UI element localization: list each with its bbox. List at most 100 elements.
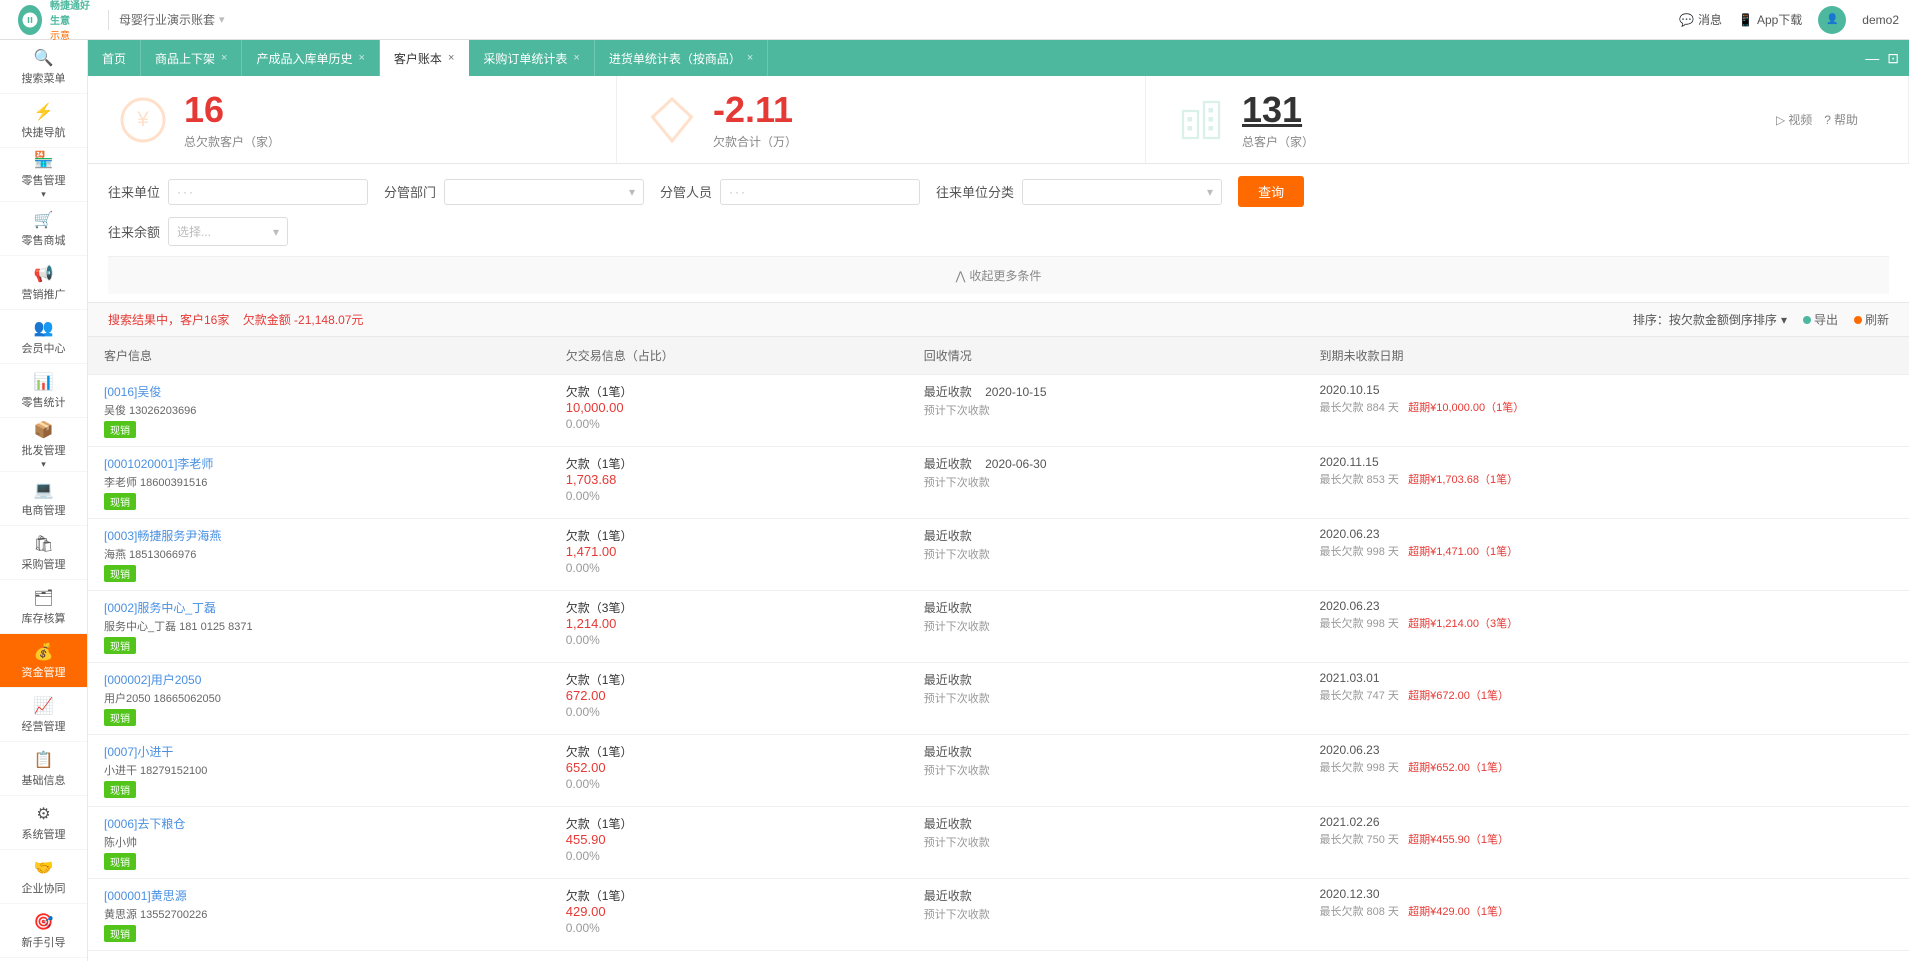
cell-debt-1: 欠款（1笔） 1,703.68 0.00%: [550, 447, 908, 519]
filter-person: 分管人员 ···: [660, 179, 920, 205]
sidebar-item-batch_mgmt[interactable]: 📦 批发管理 ▾: [0, 418, 87, 472]
sidebar-item-retail_stats[interactable]: 📊 零售统计: [0, 364, 87, 418]
sort-selector[interactable]: 排序：按欠款金额倒序排序 ▾: [1633, 311, 1787, 328]
filter-unit-category: 往来单位分类 ▾: [936, 179, 1222, 205]
customer-id-6[interactable]: [0006]去下粮仓: [104, 815, 534, 832]
export-btn[interactable]: 导出: [1803, 311, 1838, 328]
tab-maximize-btn[interactable]: ⊡: [1887, 50, 1899, 67]
debt-percent-0: 0.00%: [566, 417, 892, 431]
debt-desc-4: 欠款（1笔）: [566, 671, 892, 688]
filter-select-balance[interactable]: 选择... ▾: [168, 217, 288, 246]
search-button[interactable]: 查询: [1238, 176, 1304, 207]
customer-id-3[interactable]: [0002]服务中心_丁磊: [104, 599, 534, 616]
overdue-link-0[interactable]: 超期¥10,000.00（1笔）: [1408, 402, 1524, 414]
sidebar-item-purchase_mgmt[interactable]: 🛍 采购管理: [0, 526, 87, 580]
sidebar-item-quick_nav[interactable]: ⚡ 快捷导航: [0, 94, 87, 148]
user-avatar[interactable]: 👤: [1818, 6, 1846, 34]
overdue-link-2[interactable]: 超期¥1,471.00（1笔）: [1408, 546, 1518, 558]
overdue-link-3[interactable]: 超期¥1,214.00（3笔）: [1408, 618, 1518, 630]
debt-amount-6[interactable]: 455.90: [566, 832, 892, 847]
stat-overdue-customers: ¥ 16 总欠款客户（家）: [88, 76, 617, 163]
debt-amount-4[interactable]: 672.00: [566, 688, 892, 703]
collection-label-1: 最近收款 2020-06-30: [924, 455, 1288, 472]
stat-value-overdue-amount: -2.11: [713, 89, 797, 131]
tab-customer_account[interactable]: 客户账本×: [380, 40, 469, 76]
sidebar-item-ecom_mgmt[interactable]: 💻 电商管理: [0, 472, 87, 526]
cell-debt-2: 欠款（1笔） 1,471.00 0.00%: [550, 519, 908, 591]
table-row: [000001]黄思源 黄思源 13552700226 现销 欠款（1笔） 42…: [88, 879, 1909, 951]
tab-close-production_history[interactable]: ×: [358, 52, 364, 64]
sidebar-item-marketing[interactable]: 📢 营销推广: [0, 256, 87, 310]
customer-id-5[interactable]: [0007]小进干: [104, 743, 534, 760]
cell-collection-5: 最近收款 预计下次收款: [908, 735, 1304, 807]
col-due-date: 到期未收款日期: [1303, 337, 1909, 375]
customer-id-7[interactable]: [000001]黄思源: [104, 887, 534, 904]
retail_mall-icon: 🛒: [34, 210, 54, 230]
sidebar-label-ecom_mgmt: 电商管理: [22, 502, 66, 518]
overdue-link-5[interactable]: 超期¥652.00（1笔）: [1408, 762, 1509, 774]
tab-inbound_stats[interactable]: 进货单统计表（按商品）×: [595, 40, 768, 76]
sidebar-item-finance[interactable]: 💰 资金管理: [0, 634, 87, 688]
filter-select-unit-category[interactable]: ▾: [1022, 179, 1222, 205]
operation-icon: 📈: [34, 696, 54, 716]
tab-close-product_off[interactable]: ×: [221, 52, 227, 64]
debt-desc-5: 欠款（1笔）: [566, 743, 892, 760]
overdue-link-4[interactable]: 超期¥672.00（1笔）: [1408, 690, 1509, 702]
overdue-link-6[interactable]: 超期¥455.90（1笔）: [1408, 834, 1509, 846]
app-download-btn[interactable]: 📱 App下载: [1738, 11, 1802, 28]
sidebar-item-system_mgmt[interactable]: ⚙ 系统管理: [0, 796, 87, 850]
refresh-btn[interactable]: 刷新: [1854, 311, 1889, 328]
tab-close-customer_account[interactable]: ×: [448, 52, 454, 64]
customer-id-2[interactable]: [0003]畅捷服务尹海燕: [104, 527, 534, 544]
cell-collection-2: 最近收款 预计下次收款: [908, 519, 1304, 591]
tab-purchase_order[interactable]: 采购订单统计表×: [469, 40, 594, 76]
tab-product_off[interactable]: 商品上下架×: [141, 40, 242, 76]
sidebar-item-search[interactable]: 🔍 搜索菜单: [0, 40, 87, 94]
debt-percent-1: 0.00%: [566, 489, 892, 503]
debt-amount-5[interactable]: 652.00: [566, 760, 892, 775]
overdue-link-7[interactable]: 超期¥429.00（1笔）: [1408, 906, 1509, 918]
svg-text:¥: ¥: [136, 108, 149, 131]
sidebar-item-member[interactable]: 👥 会员中心: [0, 310, 87, 364]
debt-amount-1[interactable]: 1,703.68: [566, 472, 892, 487]
tab-close-inbound_stats[interactable]: ×: [747, 52, 753, 64]
customer-tag-4: 现销: [104, 709, 136, 726]
system-title-arrow[interactable]: ▾: [219, 13, 225, 26]
debt-amount-7[interactable]: 429.00: [566, 904, 892, 919]
filter-input-source-unit[interactable]: ···: [168, 179, 368, 205]
debt-desc-0: 欠款（1笔）: [566, 383, 892, 400]
sidebar-item-basic_info[interactable]: 📋 基础信息: [0, 742, 87, 796]
debt-amount-0[interactable]: 10,000.00: [566, 400, 892, 415]
tab-home[interactable]: 首页: [88, 40, 141, 76]
sidebar-item-new_guide[interactable]: 🎯 新手引导: [0, 904, 87, 958]
debt-amount-2[interactable]: 1,471.00: [566, 544, 892, 559]
sidebar-item-inventory[interactable]: 🗂 库存核算: [0, 580, 87, 634]
debt-amount-3[interactable]: 1,214.00: [566, 616, 892, 631]
overdue-link-1[interactable]: 超期¥1,703.68（1笔）: [1408, 474, 1518, 486]
help-link[interactable]: ? 帮助: [1824, 111, 1858, 128]
filter-label-dept: 分管部门: [384, 182, 436, 201]
enterprise_coop-icon: 🤝: [34, 858, 54, 878]
batch_mgmt-icon: 📦: [34, 420, 54, 440]
customer-id-4[interactable]: [000002]用户2050: [104, 671, 534, 688]
filter-select-dept[interactable]: ▾: [444, 179, 644, 205]
sidebar-item-operation[interactable]: 📈 经营管理: [0, 688, 87, 742]
results-summary: 搜索结果中，客户16家 欠款金额 -21,148.07元: [108, 311, 363, 328]
customer-id-0[interactable]: [0016]吴俊: [104, 383, 534, 400]
tab-minimize-btn[interactable]: —: [1865, 50, 1879, 67]
tab-close-purchase_order[interactable]: ×: [573, 52, 579, 64]
sidebar-item-retail_mgmt[interactable]: 🏪 零售管理 ▾: [0, 148, 87, 202]
video-link[interactable]: ▷ 视频: [1776, 111, 1812, 128]
sidebar-item-retail_mall[interactable]: 🛒 零售商城: [0, 202, 87, 256]
collapse-btn[interactable]: ⋀ 收起更多条件: [956, 263, 1042, 288]
retail_mgmt-icon: 🏪: [34, 150, 54, 170]
cell-customer-2: [0003]畅捷服务尹海燕 海燕 18513066976 现销: [88, 519, 550, 591]
username[interactable]: demo2: [1862, 13, 1899, 27]
customer-id-1[interactable]: [0001020001]李老师: [104, 455, 534, 472]
filter-input-person[interactable]: ···: [720, 179, 920, 205]
table-row: [000002]用户2050 用户2050 18665062050 现销 欠款（…: [88, 663, 1909, 735]
sidebar-item-enterprise_coop[interactable]: 🤝 企业协同: [0, 850, 87, 904]
message-btn[interactable]: 💬 消息: [1679, 11, 1722, 28]
tab-production_history[interactable]: 产成品入库单历史×: [242, 40, 379, 76]
cell-customer-7: [000001]黄思源 黄思源 13552700226 现销: [88, 879, 550, 951]
